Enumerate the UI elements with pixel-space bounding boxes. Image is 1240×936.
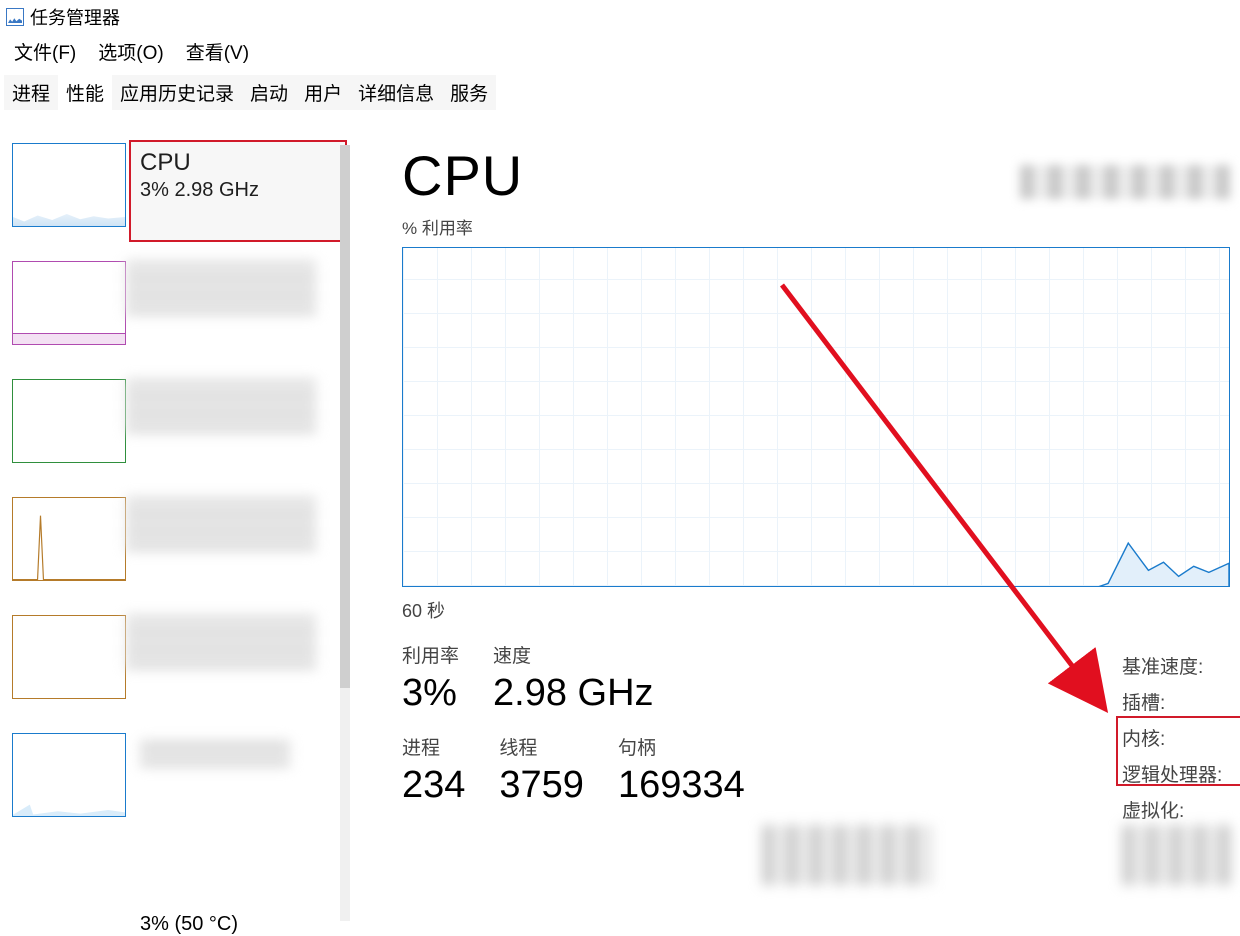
- stat-logical-processors: 逻辑处理器: 16: [1122, 758, 1240, 794]
- stat-speed: 速度 2.98 GHz: [493, 641, 654, 715]
- menu-view[interactable]: 查看(V): [186, 38, 249, 65]
- cache-blur: [1122, 825, 1232, 885]
- tab-details[interactable]: 详细信息: [350, 75, 442, 110]
- sidebar-disk-blur: [126, 379, 316, 433]
- app-icon: [6, 8, 24, 26]
- stat-threads: 线程 3759: [499, 733, 584, 807]
- sidebar-eth2-blur: [126, 615, 316, 669]
- detail-pane: CPU % 利用率 60 秒 利用率 3% 速度 2.98 GHz 进程 234: [352, 125, 1240, 931]
- sidebar-item-ethernet-1[interactable]: [12, 497, 352, 581]
- big-stats-2: 进程 234 线程 3759 句柄 169334: [402, 733, 1230, 807]
- sidebar-memory-blur: [126, 261, 316, 315]
- app-title: 任务管理器: [30, 4, 120, 30]
- x-axis-label: 60 秒: [402, 597, 1230, 623]
- thumb-eth-2: [12, 615, 126, 699]
- sidebar-item-cpu[interactable]: CPU 3% 2.98 GHz: [12, 143, 352, 227]
- tab-startup[interactable]: 启动: [242, 75, 296, 110]
- cpu-model-blur: [1020, 165, 1230, 199]
- sidebar-scrollbar[interactable]: [340, 145, 350, 921]
- thumb-disk: [12, 379, 126, 463]
- cpu-chart-line: [403, 248, 1229, 587]
- uptime-blur: [762, 825, 932, 885]
- tab-users[interactable]: 用户: [296, 75, 350, 110]
- menu-options[interactable]: 选项(O): [98, 38, 163, 65]
- big-stats: 利用率 3% 速度 2.98 GHz: [402, 641, 1230, 715]
- sidebar-item-disk[interactable]: [12, 379, 352, 463]
- sidebar-gpu-title-blur: [140, 739, 290, 767]
- sidebar-gpu-sub: 3% (50 °C): [140, 913, 238, 936]
- thumb-memory: [12, 261, 126, 345]
- sidebar-scrollbar-handle[interactable]: [340, 145, 350, 688]
- menu-bar: 文件(F) 选项(O) 查看(V): [0, 34, 1240, 75]
- sidebar-item-memory[interactable]: [12, 261, 352, 345]
- tab-app-history[interactable]: 应用历史记录: [112, 75, 242, 110]
- sidebar-item-gpu[interactable]: [12, 733, 352, 817]
- sidebar-cpu-title: CPU: [140, 149, 259, 177]
- thumb-gpu: [12, 733, 126, 817]
- stat-base-speed: 基准速度: 3.20 GHz: [1122, 650, 1240, 686]
- stat-handles: 句柄 169334: [618, 733, 745, 807]
- sidebar-item-ethernet-2[interactable]: [12, 615, 352, 699]
- thumb-eth-1: [12, 497, 126, 581]
- right-stats: 基准速度: 3.20 GHz 插槽: 1 内核: 8 逻辑处理器: 16 虚拟化…: [1122, 650, 1240, 830]
- tab-services[interactable]: 服务: [442, 75, 496, 110]
- stat-cores: 内核: 8: [1122, 722, 1240, 758]
- utilization-label: % 利用率: [402, 214, 1230, 239]
- tab-processes[interactable]: 进程: [4, 75, 58, 110]
- tab-performance[interactable]: 性能: [58, 75, 112, 110]
- main-area: CPU 3% 2.98 GHz: [0, 125, 1240, 931]
- sidebar-eth1-blur: [126, 497, 316, 551]
- tabs: 进程 性能 应用历史记录 启动 用户 详细信息 服务: [0, 75, 1240, 110]
- sidebar-cpu-sub: 3% 2.98 GHz: [140, 179, 259, 202]
- thumb-cpu: [12, 143, 126, 227]
- stat-processes: 进程 234: [402, 733, 465, 807]
- title-bar: 任务管理器: [0, 0, 1240, 34]
- sidebar: CPU 3% 2.98 GHz: [0, 125, 352, 931]
- menu-file[interactable]: 文件(F): [14, 38, 76, 65]
- stat-sockets: 插槽: 1: [1122, 686, 1240, 722]
- cpu-chart[interactable]: [402, 247, 1230, 587]
- stat-utilization: 利用率 3%: [402, 641, 459, 715]
